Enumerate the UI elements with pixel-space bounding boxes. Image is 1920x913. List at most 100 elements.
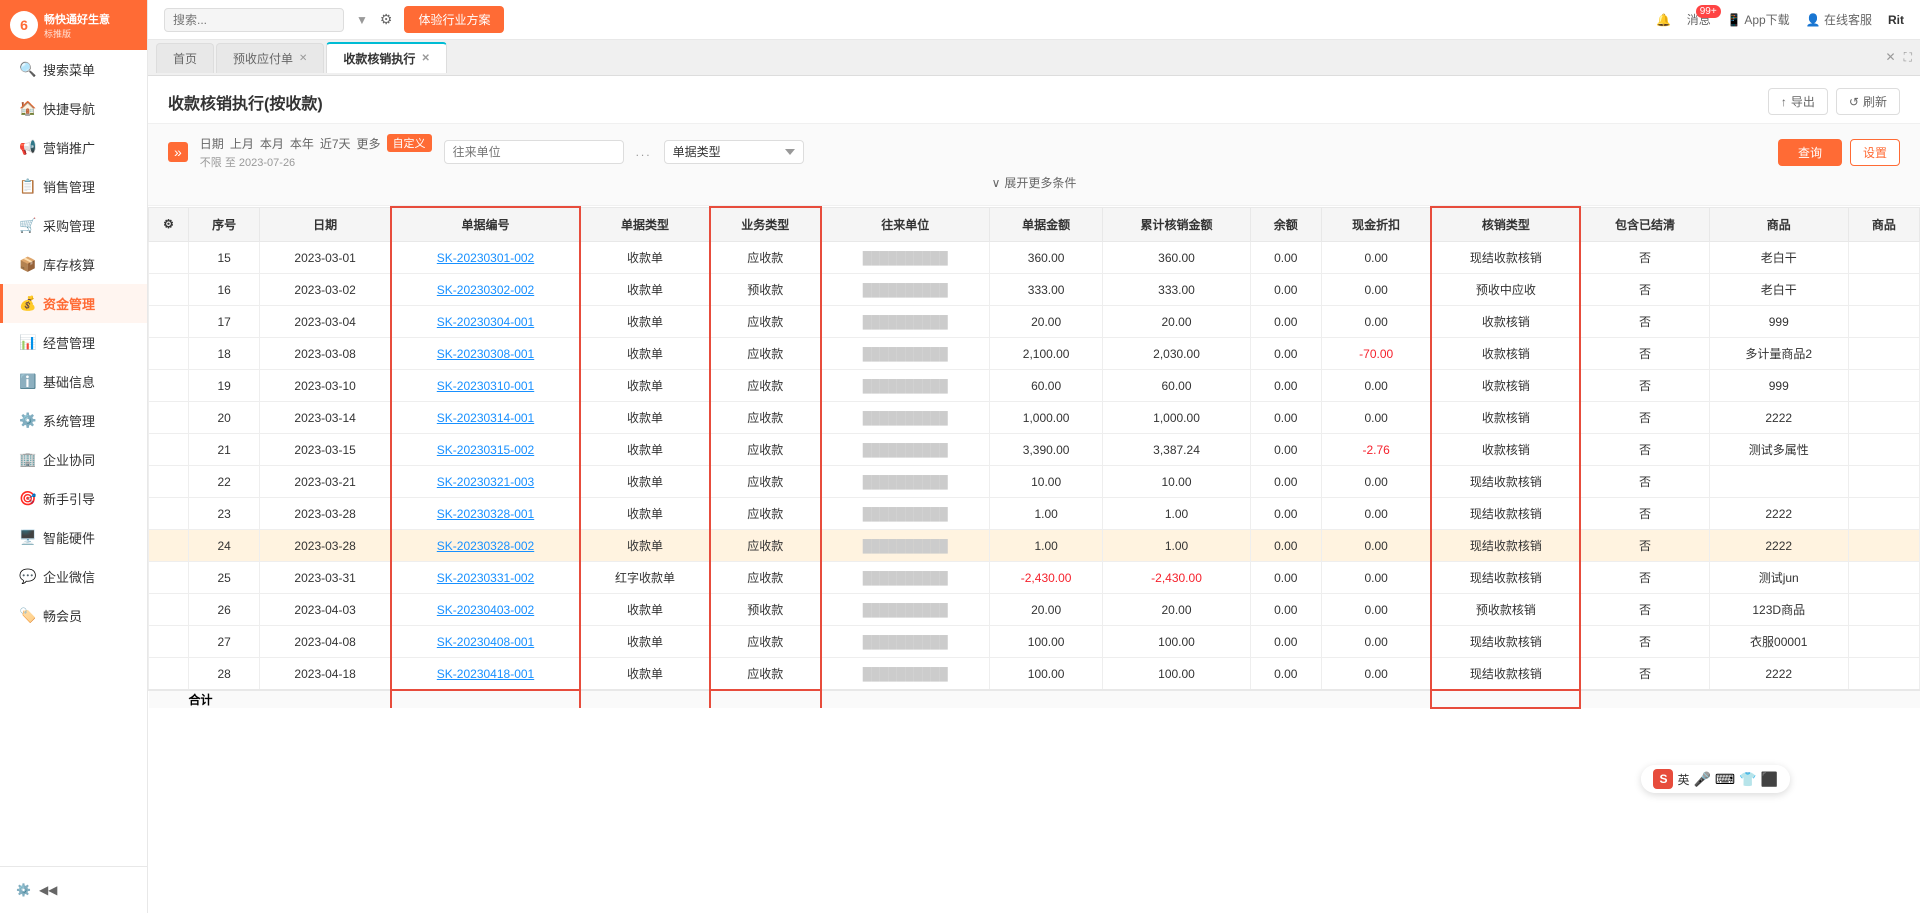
sidebar-item-operations[interactable]: 📊 经营管理 — [0, 323, 147, 362]
sidebar-settings-btn[interactable]: ⚙️ ◀◀ — [0, 875, 147, 905]
sidebar-item-search[interactable]: 🔍 搜索菜单 — [0, 50, 147, 89]
row-partner-cell: ██████████ — [821, 562, 990, 594]
expand-more-button[interactable]: ∨ 展开更多条件 — [992, 174, 1077, 191]
query-button[interactable]: 查询 — [1778, 139, 1842, 166]
voucher-no-link[interactable]: SK-20230302-002 — [437, 283, 534, 297]
row-product2-cell — [1848, 338, 1919, 370]
sidebar-item-base[interactable]: ℹ️ 基础信息 — [0, 362, 147, 401]
voucher-no-link[interactable]: SK-20230321-003 — [437, 475, 534, 489]
sidebar-item-wechat[interactable]: 💬 企业微信 — [0, 557, 147, 596]
logo-icon: 6 — [10, 11, 38, 39]
date-last-month[interactable]: 上月 — [230, 135, 254, 152]
total-amount-cell — [989, 690, 1103, 708]
row-date-cell: 2023-04-03 — [260, 594, 391, 626]
voucher-no-link[interactable]: SK-20230310-001 — [437, 379, 534, 393]
tab-home-label: 首页 — [173, 50, 197, 67]
wm-text1: 英 — [1677, 771, 1689, 788]
tab-close-all-icon[interactable]: ✕ — [1886, 50, 1896, 65]
voucher-no-link[interactable]: SK-20230403-002 — [437, 603, 534, 617]
tab-bar: 首页 预收应付单 ✕ 收款核销执行 ✕ ✕ ⛶ — [148, 40, 1920, 76]
voucher-no-link[interactable]: SK-20230408-001 — [437, 635, 534, 649]
sidebar-item-guide[interactable]: 🎯 新手引导 — [0, 479, 147, 518]
voucher-no-link[interactable]: SK-20230328-002 — [437, 539, 534, 553]
sidebar-item-label: 经营管理 — [43, 333, 95, 352]
app-download-link[interactable]: 📱 App下载 — [1727, 11, 1790, 28]
col-voucher-no-header: 单据编号 — [391, 207, 580, 242]
voucher-no-link[interactable]: SK-20230301-002 — [437, 251, 534, 265]
topbar-gear-icon[interactable]: ⚙ — [380, 11, 393, 28]
row-voucher-no-cell: SK-20230403-002 — [391, 594, 580, 626]
row-amount-cell: 333.00 — [989, 274, 1103, 306]
refresh-button[interactable]: ↺ 刷新 — [1836, 88, 1900, 115]
row-voucher-type-cell: 收款单 — [580, 338, 710, 370]
col-balance-header: 余额 — [1250, 207, 1321, 242]
topbar-dropdown-arrow[interactable]: ▼ — [356, 13, 368, 27]
column-settings-icon[interactable]: ⚙ — [163, 217, 174, 231]
sidebar-item-shortcut[interactable]: 🏠 快捷导航 — [0, 89, 147, 128]
col-settings-header[interactable]: ⚙ — [149, 207, 189, 242]
row-date-cell: 2023-03-02 — [260, 274, 391, 306]
row-voucher-no-cell: SK-20230408-001 — [391, 626, 580, 658]
service-link[interactable]: 👤 在线客服 — [1806, 11, 1872, 28]
voucher-no-link[interactable]: SK-20230314-001 — [437, 411, 534, 425]
app-icon: 📱 — [1727, 13, 1742, 27]
user-name[interactable]: Rit — [1888, 13, 1904, 27]
row-balance-cell: 0.00 — [1250, 658, 1321, 691]
row-no-cell — [149, 658, 189, 691]
row-product2-cell — [1848, 242, 1919, 274]
row-balance-cell: 0.00 — [1250, 466, 1321, 498]
filter-more-dots[interactable]: ... — [636, 145, 652, 159]
tab-prepay[interactable]: 预收应付单 ✕ — [216, 43, 324, 73]
sidebar-item-inventory[interactable]: 📦 库存核算 — [0, 245, 147, 284]
voucher-type-select[interactable]: 单据类型 — [664, 140, 804, 164]
tab-prepay-close[interactable]: ✕ — [299, 53, 307, 64]
row-voucher-no-cell: SK-20230321-003 — [391, 466, 580, 498]
table-row: 23 2023-03-28 SK-20230328-001 收款单 应收款 ██… — [149, 498, 1920, 530]
partner-input[interactable] — [444, 140, 624, 164]
row-amount-cell: 20.00 — [989, 594, 1103, 626]
tab-collection[interactable]: 收款核销执行 ✕ — [326, 42, 446, 73]
row-product-cell: 999 — [1709, 370, 1848, 402]
table-wrapper[interactable]: ⚙ 序号 日期 单据编号 单据类型 业务类型 往来单位 单据金额 累计核销金额 … — [148, 206, 1920, 913]
voucher-no-link[interactable]: SK-20230304-001 — [437, 315, 534, 329]
filter-expand-btn[interactable]: » — [168, 142, 188, 162]
row-voucher-no-cell: SK-20230328-002 — [391, 530, 580, 562]
export-button[interactable]: ↑ 导出 — [1768, 88, 1828, 115]
voucher-no-link[interactable]: SK-20230315-002 — [437, 443, 534, 457]
sidebar-item-marketing[interactable]: 📢 营销推广 — [0, 128, 147, 167]
voucher-no-link[interactable]: SK-20230308-001 — [437, 347, 534, 361]
voucher-no-link[interactable]: SK-20230331-002 — [437, 571, 534, 585]
date-custom-btn[interactable]: 自定义 — [387, 134, 432, 152]
date-7days[interactable]: 近7天 — [320, 135, 351, 152]
date-this-year[interactable]: 本年 — [290, 135, 314, 152]
topbar-search-input[interactable] — [164, 8, 344, 32]
sidebar-item-hardware[interactable]: 🖥️ 智能硬件 — [0, 518, 147, 557]
date-this-month[interactable]: 本月 — [260, 135, 284, 152]
sidebar-collapse-btn[interactable]: ◀◀ — [39, 883, 57, 897]
date-more[interactable]: 更多 — [357, 135, 381, 152]
inventory-icon: 📦 — [19, 256, 35, 273]
sidebar-item-finance[interactable]: 💰 资金管理 — [0, 284, 147, 323]
filter-settings-button[interactable]: 设置 — [1850, 139, 1900, 166]
sidebar-item-member[interactable]: 🏷️ 畅会员 — [0, 596, 147, 635]
voucher-no-link[interactable]: SK-20230418-001 — [437, 667, 534, 681]
sidebar-item-system[interactable]: ⚙️ 系统管理 — [0, 401, 147, 440]
row-writeoff-type-cell: 现结收款核销 — [1431, 626, 1580, 658]
wm-icon1: 🎤 — [1693, 771, 1710, 788]
sidebar-item-corp[interactable]: 🏢 企业协同 — [0, 440, 147, 479]
tab-collection-close[interactable]: ✕ — [421, 53, 429, 64]
message-badge-container[interactable]: 🔔 99+ 消息 — [1656, 11, 1710, 28]
settings-icon: ⚙️ — [16, 883, 31, 897]
row-voucher-no-cell: SK-20230302-002 — [391, 274, 580, 306]
sidebar-item-purchase[interactable]: 🛒 采购管理 — [0, 206, 147, 245]
tab-home[interactable]: 首页 — [156, 43, 214, 73]
row-product2-cell — [1848, 658, 1919, 691]
tab-fullscreen-icon[interactable]: ⛶ — [1904, 50, 1912, 65]
industry-solution-button[interactable]: 体验行业方案 — [404, 6, 504, 33]
sidebar-item-sales[interactable]: 📋 销售管理 — [0, 167, 147, 206]
voucher-no-link[interactable]: SK-20230328-001 — [437, 507, 534, 521]
expand-arrow-icon[interactable]: » — [168, 142, 188, 162]
table-header-row: ⚙ 序号 日期 单据编号 单据类型 业务类型 往来单位 单据金额 累计核销金额 … — [149, 207, 1920, 242]
marketing-icon: 📢 — [19, 139, 35, 156]
hardware-icon: 🖥️ — [19, 529, 35, 546]
